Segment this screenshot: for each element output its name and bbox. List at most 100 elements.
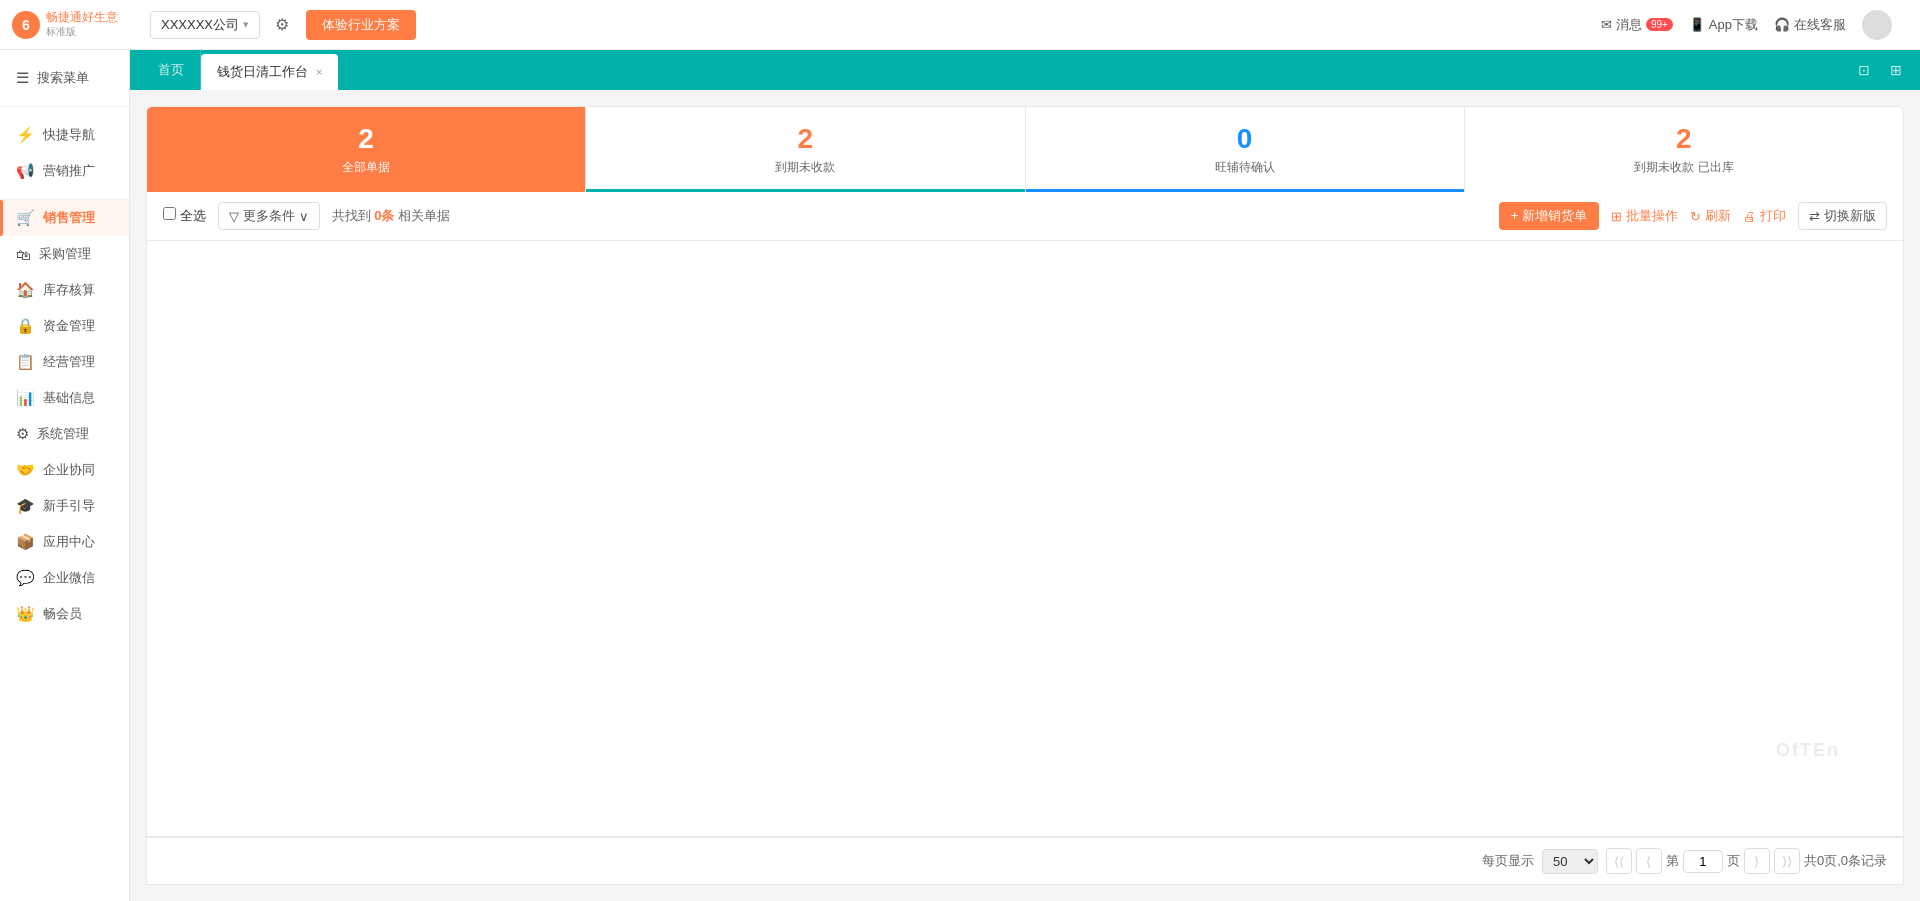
sidebar-item-marketing[interactable]: 📢 营销推广 xyxy=(0,153,129,189)
tab-close-icon[interactable]: × xyxy=(316,66,322,78)
pager-first-button[interactable]: ⟨⟨ xyxy=(1606,848,1632,874)
sidebar-item-basic[interactable]: 📊 基础信息 xyxy=(0,380,129,416)
sidebar-item-label: 资金管理 xyxy=(43,317,95,335)
stat-label-overdue: 到期未收款 xyxy=(606,159,1004,176)
sidebar-item-label: 经营管理 xyxy=(43,353,95,371)
filter-button[interactable]: ▽ 更多条件 ∨ xyxy=(218,202,320,230)
logo-area: 6 畅捷通好生意 标准版 xyxy=(12,10,142,40)
add-sales-button[interactable]: + 新增销货单 xyxy=(1499,202,1599,230)
found-count: 0条 xyxy=(374,208,394,223)
toolbar: 全选 ▽ 更多条件 ∨ 共找到 0条 相关单据 + 新增销货单 xyxy=(146,192,1904,241)
sidebar-item-enterprise[interactable]: 🤝 企业协同 xyxy=(0,452,129,488)
sidebar-item-label: 系统管理 xyxy=(37,425,89,443)
pager-last-button[interactable]: ⟩⟩ xyxy=(1774,848,1800,874)
company-selector[interactable]: XXXXXX公司 ▾ xyxy=(150,11,260,39)
settings-icon[interactable]: ⚙ xyxy=(268,11,296,39)
sidebar: ☰ 搜索菜单 ⚡ 快捷导航 📢 营销推广 🛒 销售管理 🛍 xyxy=(0,50,130,901)
sidebar-item-label: 新手引导 xyxy=(43,497,95,515)
stat-number-overdue: 2 xyxy=(606,123,1004,155)
progress-all xyxy=(147,189,585,192)
sidebar-item-quick-nav[interactable]: ⚡ 快捷导航 xyxy=(0,117,129,153)
refresh-button[interactable]: ↻ 刷新 xyxy=(1690,207,1731,225)
per-page-select[interactable]: 50 100 200 xyxy=(1542,849,1598,874)
progress-overdue xyxy=(586,189,1024,192)
app-body: ☰ 搜索菜单 ⚡ 快捷导航 📢 营销推广 🛒 销售管理 🛍 xyxy=(0,50,1920,901)
tab-bar-right: ⊡ ⊞ xyxy=(1852,60,1908,80)
sidebar-nav-group: ⚡ 快捷导航 📢 营销推广 xyxy=(0,107,129,200)
sidebar-item-guide[interactable]: 🎓 新手引导 xyxy=(0,488,129,524)
sidebar-item-inventory[interactable]: 🏠 库存核算 xyxy=(0,272,129,308)
batch-operation-button[interactable]: ⊞ 批量操作 xyxy=(1611,207,1678,225)
top-bar-right: ✉ 消息 99+ 📱 App下载 🎧 在线客服 xyxy=(1601,10,1908,40)
sidebar-item-label: 搜索菜单 xyxy=(37,69,89,87)
trial-button[interactable]: 体验行业方案 xyxy=(306,10,416,40)
purchase-icon: 🛍 xyxy=(16,246,31,263)
page-label: 第 xyxy=(1666,852,1679,870)
operations-icon: 📋 xyxy=(16,353,35,371)
search-menu-icon: ☰ xyxy=(16,69,29,87)
sidebar-item-label: 采购管理 xyxy=(39,245,91,263)
sidebar-item-label: 畅会员 xyxy=(43,605,82,623)
basic-icon: 📊 xyxy=(16,389,35,407)
messages-button[interactable]: ✉ 消息 99+ xyxy=(1601,16,1673,34)
online-service-button[interactable]: 🎧 在线客服 xyxy=(1774,16,1846,34)
enterprise-icon: 🤝 xyxy=(16,461,35,479)
print-icon: 🖨 xyxy=(1743,209,1756,224)
tab-expand-icon[interactable]: ⊞ xyxy=(1884,60,1908,80)
sidebar-item-label: 企业微信 xyxy=(43,569,95,587)
tab-workbench[interactable]: 钱货日清工作台 × xyxy=(201,54,338,90)
select-all-label: 全选 xyxy=(180,208,206,223)
select-all-input[interactable] xyxy=(163,207,176,220)
tab-restore-icon[interactable]: ⊡ xyxy=(1852,60,1876,80)
sidebar-item-wechat[interactable]: 💬 企业微信 xyxy=(0,560,129,596)
sidebar-item-purchase[interactable]: 🛍 采购管理 xyxy=(0,236,129,272)
sidebar-item-capital[interactable]: 🔒 资金管理 xyxy=(0,308,129,344)
pager-prev-button[interactable]: ⟨ xyxy=(1636,848,1662,874)
message-icon: ✉ xyxy=(1601,17,1612,32)
stat-card-all[interactable]: 2 全部单据 xyxy=(147,107,586,192)
quick-nav-icon: ⚡ xyxy=(16,126,35,144)
page-input[interactable] xyxy=(1683,850,1723,873)
pager-next-button[interactable]: ⟩ xyxy=(1744,848,1770,874)
download-icon: 📱 xyxy=(1689,17,1705,32)
print-button[interactable]: 🖨 打印 xyxy=(1743,207,1786,225)
batch-icon: ⊞ xyxy=(1611,209,1622,224)
stat-card-shipped[interactable]: 2 到期未收款 已出库 xyxy=(1465,107,1903,192)
stat-number-shipped: 2 xyxy=(1485,123,1883,155)
select-all-checkbox[interactable]: 全选 xyxy=(163,207,206,225)
sidebar-item-sales[interactable]: 🛒 销售管理 xyxy=(0,200,129,236)
toolbar-left: 全选 ▽ 更多条件 ∨ 共找到 0条 相关单据 xyxy=(163,202,1487,230)
filter-icon: ▽ xyxy=(229,209,239,224)
system-icon: ⚙ xyxy=(16,425,29,443)
chevron-down-icon: ▾ xyxy=(243,18,249,31)
pager-total: 共0页,0条记录 xyxy=(1804,852,1887,870)
switch-version-button[interactable]: ⇄ 切换新版 xyxy=(1798,202,1887,230)
content-area: 首页 钱货日清工作台 × ⊡ ⊞ 2 全部单据 2 xyxy=(130,50,1920,901)
stat-number-all: 2 xyxy=(167,123,565,155)
stat-number-wangfu: 0 xyxy=(1046,123,1444,155)
logo-text: 畅捷通好生意 xyxy=(46,10,118,26)
found-text: 共找到 0条 相关单据 xyxy=(332,207,450,225)
sidebar-item-search[interactable]: ☰ 搜索菜单 xyxy=(0,60,129,96)
sidebar-item-app-center[interactable]: 📦 应用中心 xyxy=(0,524,129,560)
sidebar-main-group: 🛒 销售管理 🛍 采购管理 🏠 库存核算 🔒 资金管理 📋 经营管理 📊 xyxy=(0,200,129,632)
company-name: XXXXXX公司 xyxy=(161,16,239,34)
active-indicator xyxy=(0,200,3,236)
sidebar-item-label: 库存核算 xyxy=(43,281,95,299)
sidebar-item-operations[interactable]: 📋 经营管理 xyxy=(0,344,129,380)
app-download-button[interactable]: 📱 App下载 xyxy=(1689,16,1758,34)
sidebar-item-label: 应用中心 xyxy=(43,533,95,551)
tab-home-label: 首页 xyxy=(158,61,184,79)
toolbar-right: + 新增销货单 ⊞ 批量操作 ↻ 刷新 🖨 打印 ⇄ xyxy=(1499,202,1887,230)
logo-icon: 6 xyxy=(12,11,40,39)
sidebar-item-system[interactable]: ⚙ 系统管理 xyxy=(0,416,129,452)
sidebar-item-label: 营销推广 xyxy=(43,162,95,180)
tab-home[interactable]: 首页 xyxy=(142,50,201,90)
marketing-icon: 📢 xyxy=(16,162,35,180)
per-page-label: 每页显示 xyxy=(1482,852,1534,870)
avatar[interactable] xyxy=(1862,10,1892,40)
progress-shipped xyxy=(1465,189,1903,192)
stat-card-overdue[interactable]: 2 到期未收款 xyxy=(586,107,1025,192)
stat-card-wangfu[interactable]: 0 旺辅待确认 xyxy=(1026,107,1465,192)
sidebar-item-member[interactable]: 👑 畅会员 xyxy=(0,596,129,632)
